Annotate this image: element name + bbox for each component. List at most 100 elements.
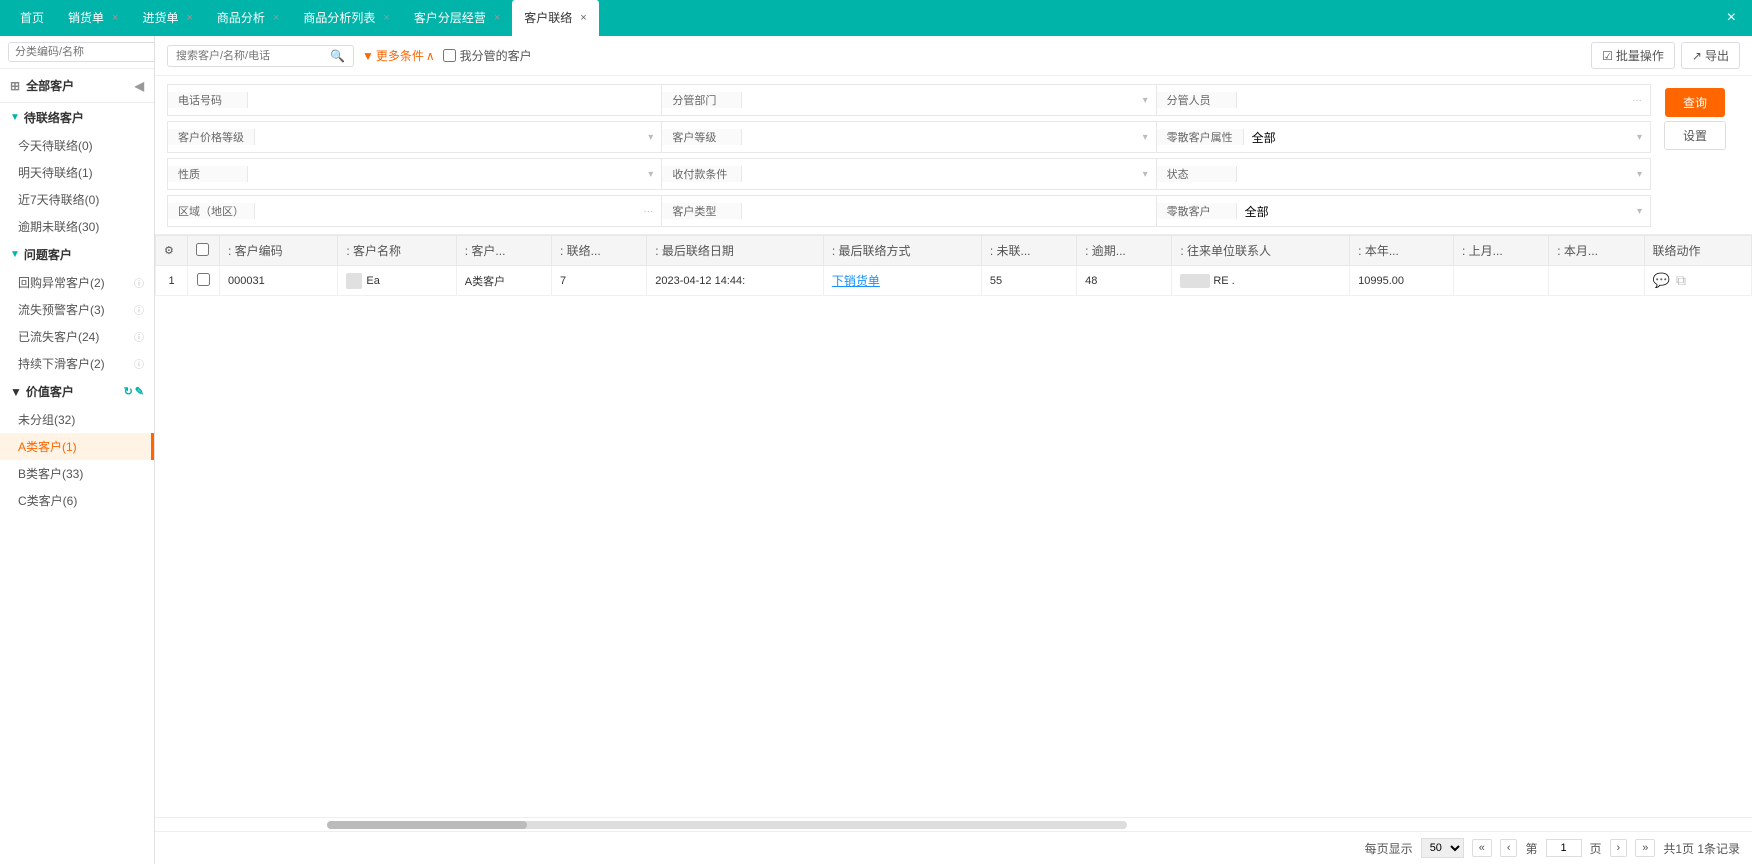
query-button[interactable]: 查询 [1665, 88, 1725, 117]
sidebar-item-declining[interactable]: 持续下滑客户(2) ⓘ [0, 350, 154, 377]
retail-input[interactable]: 全部▾ [1237, 196, 1650, 226]
group-title-pending[interactable]: ▼ 待联络客户 [0, 103, 154, 132]
phone-input[interactable] [248, 85, 661, 115]
link-icon[interactable]: ⧉ [1676, 272, 1686, 289]
status-input[interactable]: ▾ [1237, 159, 1650, 189]
page-number-input[interactable] [1546, 839, 1582, 857]
filter-region: 区域（地区） ··· [167, 195, 662, 227]
refresh-icon[interactable]: ↻ [124, 385, 133, 398]
sidebar-item-today[interactable]: 今天待联络(0) [0, 132, 154, 159]
my-customers-checkbox[interactable] [443, 49, 456, 62]
dept-input[interactable]: ▾ [742, 85, 1155, 115]
total-pages-label: 页 [1590, 840, 1602, 857]
th-this-year: : 本年... [1350, 236, 1454, 266]
th-last-month: : 上月... [1454, 236, 1549, 266]
more-filters-btn[interactable]: ▼ 更多条件 ∧ [362, 47, 435, 64]
price-level-input[interactable]: ▾ [255, 122, 661, 152]
retail-attr-input[interactable]: 全部▾ [1244, 122, 1650, 152]
filter-customer-type: 客户类型 [661, 195, 1156, 227]
info-icon-4: ⓘ [134, 356, 144, 371]
total-records: 共1页 1条记录 [1663, 840, 1740, 857]
last-page-btn[interactable]: » [1635, 839, 1655, 857]
sidebar-item-c-class[interactable]: C类客户(6) [0, 487, 154, 514]
sidebar-all-customers[interactable]: ⊞ 全部客户 ◀ [0, 69, 154, 103]
nav-customer-tier[interactable]: 客户分层经营 × [402, 0, 512, 36]
next-page-btn[interactable]: › [1610, 839, 1628, 857]
status-label: 状态 [1157, 166, 1237, 182]
close-customer-tier[interactable]: × [494, 0, 500, 36]
filter-row-1: 电话号码 分管部门 ▾ 分管人员 [167, 84, 1650, 115]
customer-type-label: 客户类型 [662, 203, 742, 219]
filter-phone: 电话号码 [167, 84, 662, 116]
retail-attr-label: 零散客户属性 [1157, 129, 1244, 145]
cell-last-month [1454, 266, 1549, 296]
search-input[interactable] [176, 50, 326, 62]
arrow-icon-3: ▼ [10, 385, 22, 399]
filter-dept: 分管部门 ▾ [661, 84, 1156, 116]
row-checkbox[interactable] [197, 273, 210, 286]
nav-sales-order[interactable]: 销货单 × [56, 0, 130, 36]
sidebar-item-churn-warning[interactable]: 流失预警客户(3) ⓘ [0, 296, 154, 323]
sidebar-item-b-class[interactable]: B类客户(33) [0, 460, 154, 487]
sidebar-item-unclassified[interactable]: 未分组(32) [0, 406, 154, 433]
sidebar-item-7days[interactable]: 近7天待联络(0) [0, 186, 154, 213]
dept-down-icon: ▾ [1143, 95, 1148, 106]
filter-row-4: 区域（地区） ··· 客户类型 零散客户 [167, 195, 1650, 226]
cell-last-method: 下销货单 [823, 266, 981, 296]
th-contact: : 联络... [552, 236, 647, 266]
chevron-down-icon: ∧ [426, 49, 435, 63]
group-title-value[interactable]: ▼ 价值客户 ↻ ✎ [0, 377, 154, 406]
sidebar-item-repurchase-abnormal[interactable]: 回购异常客户(2) ⓘ [0, 269, 154, 296]
first-page-btn[interactable]: « [1472, 839, 1492, 857]
payment-input[interactable]: ▾ [742, 159, 1155, 189]
last-method-link[interactable]: 下销货单 [832, 274, 880, 288]
close-sales-order[interactable]: × [112, 0, 118, 36]
th-contact-person: : 往来单位联系人 [1172, 236, 1350, 266]
th-uncontacted: : 未联... [981, 236, 1076, 266]
nav-home[interactable]: 首页 [8, 0, 56, 36]
filter-actions: ☑ 批量操作 ↗ 导出 [1591, 42, 1740, 69]
sidebar-item-a-class[interactable]: A类客户(1) [0, 433, 154, 460]
nav-customer-contact[interactable]: 客户联络 × [512, 0, 598, 36]
collapse-icon[interactable]: ◀ [135, 79, 144, 93]
chat-icon[interactable]: 💬 [1653, 272, 1670, 289]
th-settings[interactable]: ⚙ [156, 236, 188, 266]
customer-type-input[interactable] [742, 196, 1155, 226]
page-size-select[interactable]: 50 [1421, 838, 1464, 858]
prev-page-btn[interactable]: ‹ [1500, 839, 1518, 857]
nav-product-analysis[interactable]: 商品分析 × [205, 0, 291, 36]
customer-level-input[interactable]: ▾ [742, 122, 1155, 152]
search-icon[interactable]: 🔍 [330, 49, 345, 63]
region-input[interactable]: ··· [255, 196, 661, 226]
close-all-icon[interactable]: × [1719, 9, 1744, 27]
nature-input[interactable]: ▾ [248, 159, 661, 189]
sidebar-item-churned[interactable]: 已流失客户(24) ⓘ [0, 323, 154, 350]
close-purchase-order[interactable]: × [186, 0, 192, 36]
close-customer-contact[interactable]: × [580, 0, 586, 36]
sidebar-item-overdue[interactable]: 逾期未联络(30) [0, 213, 154, 240]
export-icon: ↗ [1692, 49, 1702, 63]
th-this-month: : 本月... [1549, 236, 1644, 266]
table-row: 1 000031 Ea A类客户 7 2023-04-12 14:44: 下销货… [156, 266, 1752, 296]
nav-purchase-order[interactable]: 进货单 × [130, 0, 204, 36]
select-all-checkbox[interactable] [196, 243, 209, 256]
batch-op-button[interactable]: ☑ 批量操作 [1591, 42, 1675, 69]
manager-label: 分管人员 [1157, 92, 1237, 108]
filter-bar: 🔍 ▼ 更多条件 ∧ 我分管的客户 ☑ 批量操作 [155, 36, 1752, 76]
setting-button[interactable]: 设置 [1664, 121, 1726, 150]
close-product-analysis-list[interactable]: × [383, 0, 389, 36]
manager-input[interactable]: ··· [1237, 85, 1650, 115]
edit-icon[interactable]: ✎ [135, 385, 144, 398]
export-button[interactable]: ↗ 导出 [1681, 42, 1740, 69]
cell-action: 💬 ⧉ [1644, 266, 1752, 296]
page-label: 第 [1525, 840, 1537, 857]
status-down-icon: ▾ [1637, 169, 1642, 180]
sidebar-search-input[interactable] [8, 42, 155, 62]
th-action: 联络动作 [1644, 236, 1752, 266]
cell-uncontacted: 55 [981, 266, 1076, 296]
group-title-problem[interactable]: ▼ 问题客户 [0, 240, 154, 269]
price-level-label: 客户价格等级 [168, 129, 255, 145]
sidebar-item-tomorrow[interactable]: 明天待联络(1) [0, 159, 154, 186]
nav-product-analysis-list[interactable]: 商品分析列表 × [291, 0, 401, 36]
close-product-analysis[interactable]: × [273, 0, 279, 36]
